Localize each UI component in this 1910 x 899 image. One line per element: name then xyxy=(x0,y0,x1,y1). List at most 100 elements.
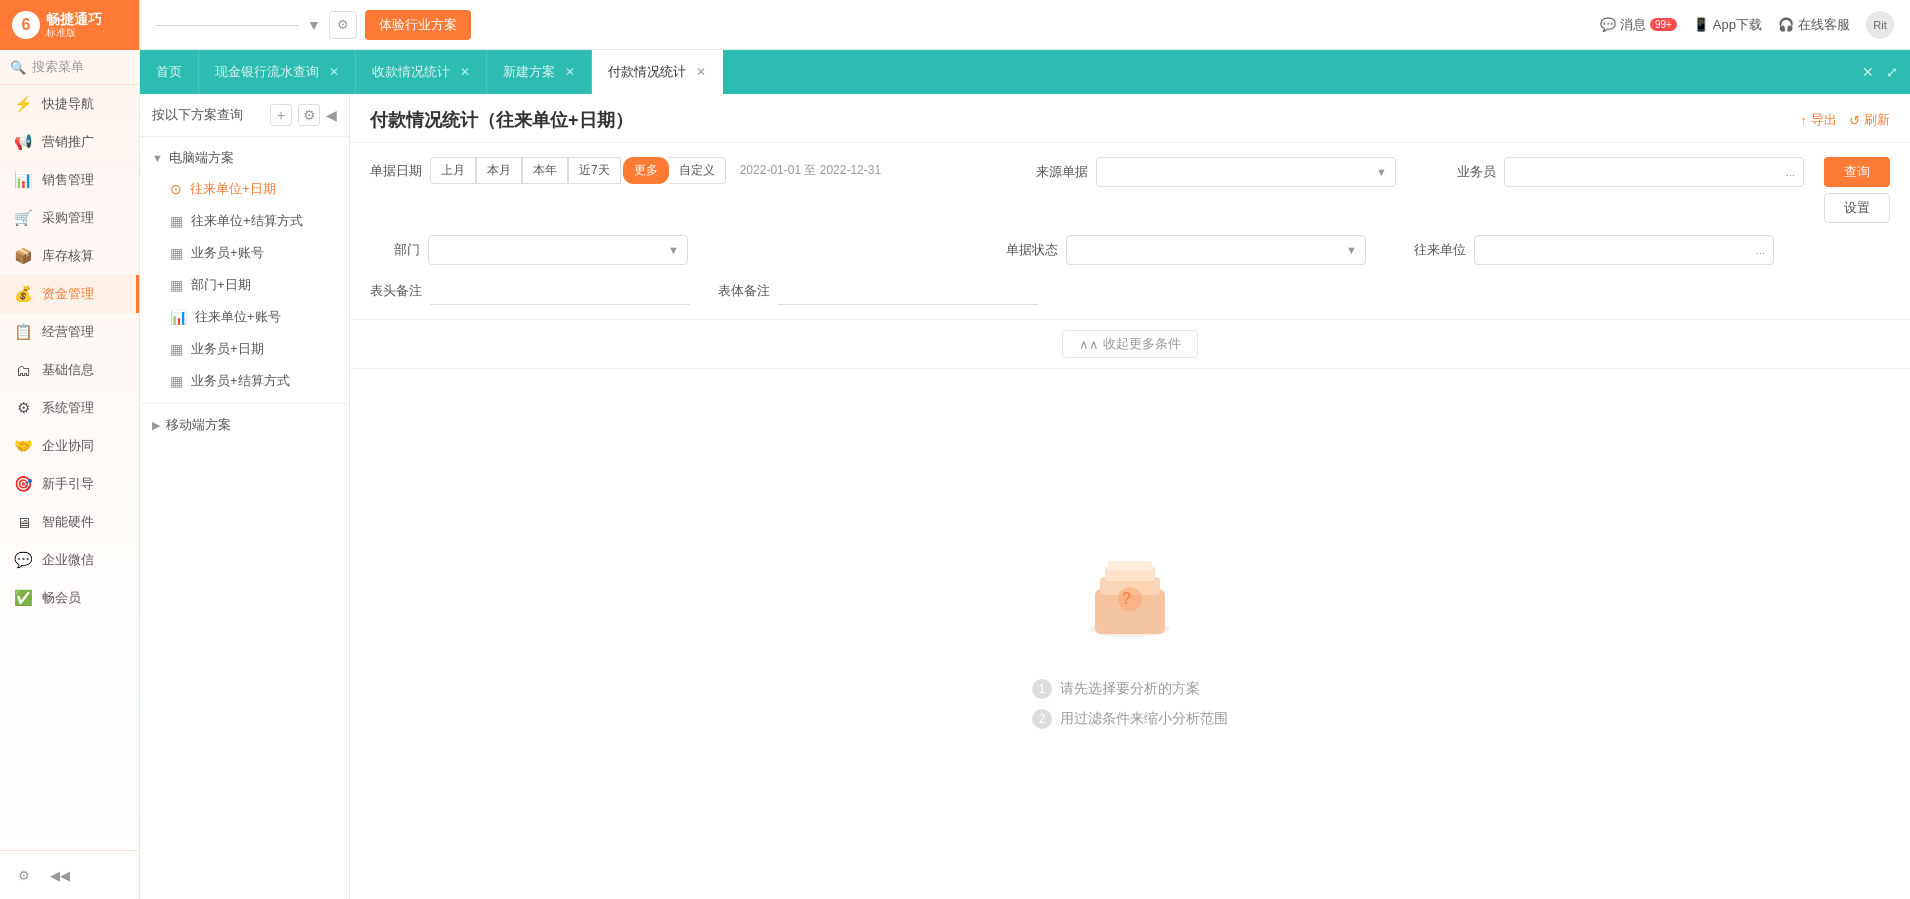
settings-bottom-btn[interactable]: ⚙ xyxy=(10,861,38,889)
collapse-panel-btn[interactable]: ◀ xyxy=(326,107,337,123)
filter-row-2: 部门 ▼ 单据状态 ▼ xyxy=(370,235,1890,265)
sidebar-item-system[interactable]: ⚙ 系统管理 xyxy=(0,389,139,427)
page-header-actions: ↑ 导出 ↺ 刷新 xyxy=(1801,111,1891,129)
sidebar-item-funds[interactable]: 💰 资金管理 xyxy=(0,275,139,313)
tab-payment[interactable]: 付款情况统计 ✕ xyxy=(592,50,723,94)
sidebar-item-inventory[interactable]: 📦 库存核算 xyxy=(0,237,139,275)
body-note-filter: 表体备注 xyxy=(710,277,1038,305)
topbar-dropdown-arrow[interactable]: ▼ xyxy=(307,17,321,33)
scheme-staff-account[interactable]: ▦ 业务员+账号 xyxy=(140,237,349,269)
custom-btn[interactable]: 自定义 xyxy=(669,157,726,184)
collapse-sidebar-btn[interactable]: ◀◀ xyxy=(46,861,74,889)
header-note-input[interactable] xyxy=(430,277,690,305)
close-all-btn[interactable]: ✕ xyxy=(1862,64,1874,80)
left-panel-actions: + ⚙ ◀ xyxy=(270,104,337,126)
scheme-dept-date-icon: ▦ xyxy=(170,277,183,293)
guide-icon: 🎯 xyxy=(14,475,32,493)
add-scheme-btn[interactable]: + xyxy=(270,104,292,126)
logo-icon: 6 xyxy=(12,11,40,39)
sidebar-item-hardware[interactable]: 🖥 智能硬件 xyxy=(0,503,139,541)
collapse-conditions-btn[interactable]: ∧∧ 收起更多条件 xyxy=(1062,330,1198,358)
scheme-staff-date-label: 业务员+日期 xyxy=(191,340,264,358)
scheme-unit-account[interactable]: 📊 往来单位+账号 xyxy=(140,301,349,333)
scheme-staff-date[interactable]: ▦ 业务员+日期 xyxy=(140,333,349,365)
tab-bank-label: 现金银行流水查询 xyxy=(215,63,319,81)
search-menu[interactable]: 🔍 搜索菜单 xyxy=(0,50,139,85)
tab-new-scheme[interactable]: 新建方案 ✕ xyxy=(487,50,592,94)
sidebar-item-quick-nav[interactable]: ⚡ 快捷导航 xyxy=(0,85,139,123)
scheme-settings-btn[interactable]: ⚙ xyxy=(298,104,320,126)
tab-home[interactable]: 首页 xyxy=(140,50,199,94)
app-download-btn[interactable]: 📱 App下载 xyxy=(1693,16,1762,34)
pc-group-label: 电脑端方案 xyxy=(169,149,234,167)
doc-status-select[interactable]: ▼ xyxy=(1066,235,1366,265)
industry-btn[interactable]: 体验行业方案 xyxy=(365,10,471,40)
unit-arrow: ... xyxy=(1756,244,1765,256)
dept-label: 部门 xyxy=(370,241,420,259)
export-btn[interactable]: ↑ 导出 xyxy=(1801,111,1838,129)
query-btn[interactable]: 查询 xyxy=(1824,157,1890,187)
sidebar-item-label: 快捷导航 xyxy=(42,95,94,113)
tab-payment-close[interactable]: ✕ xyxy=(696,65,706,79)
empty-msg-num-2: 2 xyxy=(1032,709,1052,729)
online-service-btn[interactable]: 🎧 在线客服 xyxy=(1778,16,1850,34)
sidebar-item-label: 采购管理 xyxy=(42,209,94,227)
filter-area: 单据日期 上月 本月 本年 近7天 更多 自定义 2022-01-01 至 20… xyxy=(350,143,1910,320)
collapse-label: 收起更多条件 xyxy=(1103,335,1181,353)
filter-settings-btn[interactable]: 设置 xyxy=(1824,193,1890,223)
scheme-unit-payment[interactable]: ▦ 往来单位+结算方式 xyxy=(140,205,349,237)
topbar: ——————————— ▼ ⚙ 体验行业方案 💬 消息 99+ 📱 App下载 … xyxy=(140,0,1910,50)
sidebar-item-sales[interactable]: 📊 销售管理 xyxy=(0,161,139,199)
pc-group-header[interactable]: ▼ 电脑端方案 xyxy=(140,143,349,173)
doc-status-label: 单据状态 xyxy=(998,241,1058,259)
pc-scheme-group: ▼ 电脑端方案 ⊙ 往来单位+日期 ▦ 往来单位+结算方式 ▦ 业务员+账号 ▦ xyxy=(140,137,349,403)
tab-bank[interactable]: 现金银行流水查询 ✕ xyxy=(199,50,356,94)
dept-arrow: ▼ xyxy=(668,244,679,256)
empty-illustration: ? xyxy=(1070,539,1190,659)
topbar-settings-btn[interactable]: ⚙ xyxy=(329,11,357,39)
tab-new-scheme-close[interactable]: ✕ xyxy=(565,65,575,79)
mobile-group-label: 移动端方案 xyxy=(166,416,231,434)
this-month-btn[interactable]: 本月 xyxy=(476,157,522,184)
wechat-icon: 💬 xyxy=(14,551,32,569)
scheme-dept-date[interactable]: ▦ 部门+日期 xyxy=(140,269,349,301)
left-panel-header: 按以下方案查询 + ⚙ ◀ xyxy=(140,94,349,137)
scheme-unit-date[interactable]: ⊙ 往来单位+日期 xyxy=(140,173,349,205)
dept-filter: 部门 ▼ xyxy=(370,235,688,265)
last-7-btn[interactable]: 近7天 xyxy=(568,157,621,184)
sidebar-item-wechat[interactable]: 💬 企业微信 xyxy=(0,541,139,579)
tab-payment-label: 付款情况统计 xyxy=(608,63,686,81)
scheme-unit-account-icon: 📊 xyxy=(170,309,187,325)
notification-btn[interactable]: 💬 消息 99+ xyxy=(1600,16,1677,34)
sidebar-item-marketing[interactable]: 📢 营销推广 xyxy=(0,123,139,161)
sidebar-item-operation[interactable]: 📋 经营管理 xyxy=(0,313,139,351)
hardware-icon: 🖥 xyxy=(14,513,32,531)
inventory-icon: 📦 xyxy=(14,247,32,265)
body-note-input[interactable] xyxy=(778,277,1038,305)
dept-select[interactable]: ▼ xyxy=(428,235,688,265)
staff-select[interactable]: ... xyxy=(1504,157,1804,187)
topbar-right: 💬 消息 99+ 📱 App下载 🎧 在线客服 Rit xyxy=(1600,11,1894,39)
more-btn[interactable]: 更多 xyxy=(623,157,669,184)
sidebar-item-purchase[interactable]: 🛒 采购管理 xyxy=(0,199,139,237)
tab-receipt-close[interactable]: ✕ xyxy=(460,65,470,79)
tab-bank-close[interactable]: ✕ xyxy=(329,65,339,79)
tab-receipt[interactable]: 收款情况统计 ✕ xyxy=(356,50,487,94)
sidebar-item-guide[interactable]: 🎯 新手引导 xyxy=(0,465,139,503)
user-avatar[interactable]: Rit xyxy=(1866,11,1894,39)
unit-select[interactable]: ... xyxy=(1474,235,1774,265)
sidebar-item-member[interactable]: ✅ 畅会员 xyxy=(0,579,139,617)
maximize-btn[interactable]: ⤢ xyxy=(1886,64,1898,80)
scheme-staff-payment[interactable]: ▦ 业务员+结算方式 xyxy=(140,365,349,397)
source-select[interactable]: ▼ xyxy=(1096,157,1396,187)
refresh-btn[interactable]: ↺ 刷新 xyxy=(1849,111,1890,129)
staff-filter: 业务员 ... xyxy=(1436,157,1804,187)
last-month-btn[interactable]: 上月 xyxy=(430,157,476,184)
sidebar-item-enterprise[interactable]: 🤝 企业协同 xyxy=(0,427,139,465)
sidebar-item-basic[interactable]: 🗂 基础信息 xyxy=(0,351,139,389)
this-year-btn[interactable]: 本年 xyxy=(522,157,568,184)
member-icon: ✅ xyxy=(14,589,32,607)
tab-new-scheme-label: 新建方案 xyxy=(503,63,555,81)
filter-row-1: 单据日期 上月 本月 本年 近7天 更多 自定义 2022-01-01 至 20… xyxy=(370,157,1890,223)
mobile-group-header[interactable]: ▶ 移动端方案 xyxy=(140,410,349,440)
